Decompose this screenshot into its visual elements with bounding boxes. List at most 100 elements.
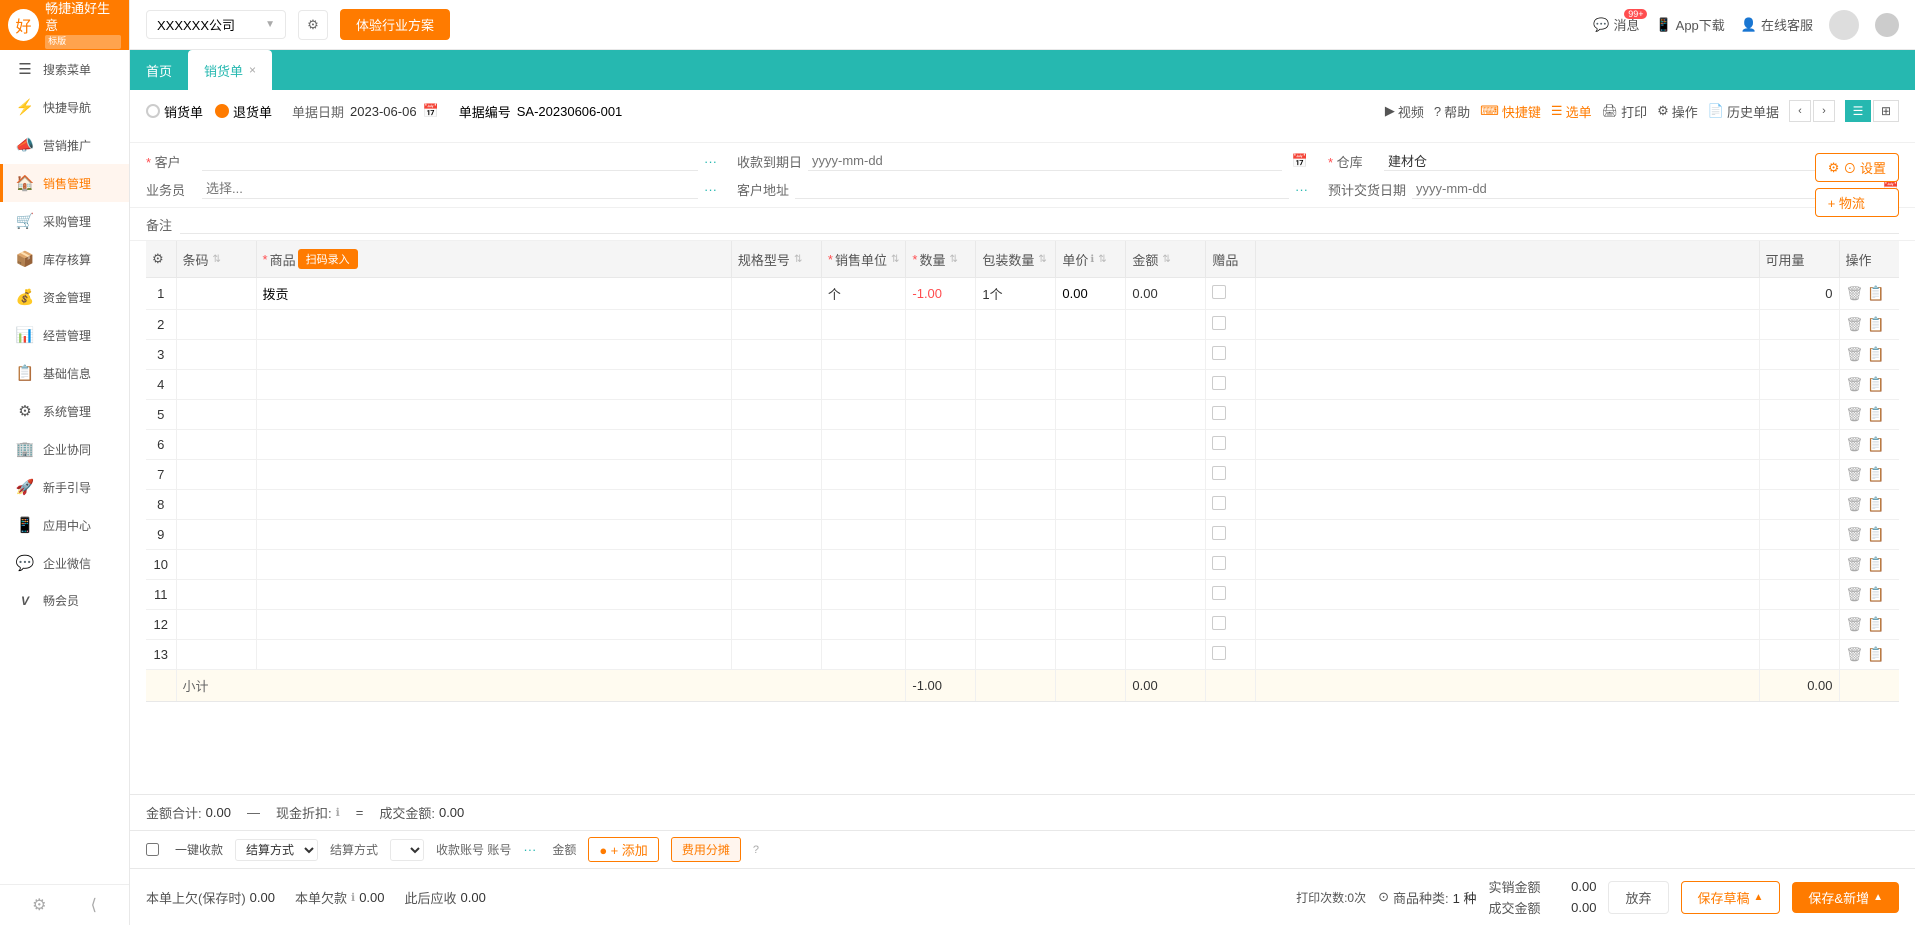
spec-input[interactable] — [738, 587, 815, 602]
onetime-payment-checkbox[interactable] — [146, 843, 159, 856]
sidebar-item-member[interactable]: V 畅会员 — [0, 582, 129, 619]
th-pkgqty[interactable]: 包装数量 ⇅ — [976, 241, 1056, 278]
cell-barcode[interactable] — [176, 400, 256, 430]
operation-link[interactable]: ⚙ 操作 — [1657, 102, 1698, 121]
cell-barcode[interactable] — [176, 340, 256, 370]
price-input[interactable] — [1062, 317, 1119, 332]
date-calendar-icon[interactable]: 📅 — [423, 103, 439, 119]
cell-qty[interactable] — [906, 610, 976, 640]
copy-icon[interactable]: 📋 — [1867, 376, 1884, 393]
copy-icon[interactable]: 📋 — [1867, 285, 1884, 302]
cell-price[interactable] — [1056, 490, 1126, 520]
cell-barcode[interactable] — [176, 550, 256, 580]
spec-input[interactable] — [738, 437, 815, 452]
gift-checkbox[interactable] — [1212, 616, 1226, 630]
cell-spec[interactable] — [731, 278, 821, 310]
gift-checkbox[interactable] — [1212, 406, 1226, 420]
radio-sale[interactable]: 销货单 — [146, 102, 203, 121]
cell-price[interactable] — [1056, 640, 1126, 670]
qty-input[interactable] — [912, 497, 969, 512]
grid-view-button[interactable]: ⊞ — [1873, 100, 1899, 122]
save-new-button[interactable]: 保存&新增 ▲ — [1792, 882, 1899, 913]
logistics-button[interactable]: + 物流 — [1815, 188, 1899, 217]
spec-input[interactable] — [738, 467, 815, 482]
barcode-input[interactable] — [183, 647, 250, 662]
copy-icon[interactable]: 📋 — [1867, 646, 1884, 663]
barcode-input[interactable] — [183, 286, 250, 301]
cell-price[interactable] — [1056, 310, 1126, 340]
gift-checkbox[interactable] — [1212, 376, 1226, 390]
cell-qty[interactable] — [906, 430, 976, 460]
delete-icon[interactable]: 🗑 — [1846, 556, 1864, 573]
cell-price[interactable] — [1056, 610, 1126, 640]
cell-gift[interactable] — [1206, 460, 1256, 490]
delete-icon[interactable]: 🗑 — [1846, 376, 1864, 393]
cell-price[interactable] — [1056, 550, 1126, 580]
cell-qty[interactable] — [906, 278, 976, 310]
cell-spec[interactable] — [731, 310, 821, 340]
price-input[interactable] — [1062, 527, 1119, 542]
qty-input[interactable] — [912, 377, 969, 392]
delete-icon[interactable]: 🗑 — [1846, 586, 1864, 603]
delete-icon[interactable]: 🗑 — [1846, 436, 1864, 453]
barcode-input[interactable] — [183, 347, 250, 362]
sidebar-item-marketing[interactable]: 📣 营销推广 — [0, 126, 129, 164]
gift-checkbox[interactable] — [1212, 556, 1226, 570]
delete-icon[interactable]: 🗑 — [1846, 466, 1864, 483]
cell-spec[interactable] — [731, 460, 821, 490]
list-view-button[interactable]: ☰ — [1845, 100, 1871, 122]
product-input[interactable] — [263, 347, 725, 362]
tab-sales-order[interactable]: 销货单 × — [188, 50, 272, 90]
gift-checkbox[interactable] — [1212, 646, 1226, 660]
cell-price[interactable] — [1056, 580, 1126, 610]
th-spec[interactable]: 规格型号 ⇅ — [731, 241, 821, 278]
price-input[interactable] — [1062, 407, 1119, 422]
barcode-input[interactable] — [183, 437, 250, 452]
expense-info-icon[interactable]: ? — [753, 844, 759, 856]
delete-icon[interactable]: 🗑 — [1846, 646, 1864, 663]
price-input[interactable] — [1062, 467, 1119, 482]
receive-date-calendar-icon[interactable]: 📅 — [1292, 153, 1308, 169]
warehouse-input[interactable] — [1384, 151, 1880, 171]
expense-split-button[interactable]: 费用分摊 — [671, 837, 741, 862]
company-settings-button[interactable]: ⚙ — [298, 10, 328, 40]
copy-icon[interactable]: 📋 — [1867, 616, 1884, 633]
price-info-icon[interactable]: ℹ — [1090, 254, 1094, 265]
sidebar-item-system[interactable]: ⚙ 系统管理 — [0, 392, 129, 430]
th-product[interactable]: * 商品 扫码录入 — [256, 241, 731, 278]
tab-close-icon[interactable]: × — [249, 63, 256, 77]
cell-qty[interactable] — [906, 580, 976, 610]
price-input[interactable] — [1062, 647, 1119, 662]
spec-input[interactable] — [738, 286, 815, 301]
sidebar-item-appstore[interactable]: 📱 应用中心 — [0, 506, 129, 544]
barcode-input[interactable] — [183, 557, 250, 572]
cell-price[interactable] — [1056, 370, 1126, 400]
barcode-input[interactable] — [183, 587, 250, 602]
settings-bottom-icon[interactable]: ⚙ — [32, 895, 46, 915]
cell-price[interactable] — [1056, 460, 1126, 490]
shortcut-link[interactable]: ⌨ 快捷键 — [1480, 102, 1541, 121]
cell-barcode[interactable] — [176, 310, 256, 340]
cell-product[interactable] — [256, 400, 731, 430]
copy-icon[interactable]: 📋 — [1867, 316, 1884, 333]
salesperson-input[interactable] — [202, 179, 698, 199]
message-button[interactable]: 💬 消息 99+ — [1593, 15, 1639, 34]
sidebar-item-operations[interactable]: 📊 经营管理 — [0, 316, 129, 354]
sidebar-item-basic[interactable]: 📋 基础信息 — [0, 354, 129, 392]
copy-icon[interactable]: 📋 — [1867, 586, 1884, 603]
th-gift[interactable]: 赠品 — [1206, 241, 1256, 278]
scan-button[interactable]: 扫码录入 — [298, 249, 358, 269]
product-input[interactable] — [263, 467, 725, 482]
cell-barcode[interactable] — [176, 640, 256, 670]
total-due-info-icon[interactable]: ℹ — [351, 891, 355, 904]
product-input[interactable] — [263, 317, 725, 332]
payment-ellipsis[interactable]: ··· — [523, 842, 536, 857]
gift-checkbox[interactable] — [1212, 316, 1226, 330]
delete-icon[interactable]: 🗑 — [1846, 526, 1864, 543]
gift-checkbox[interactable] — [1212, 346, 1226, 360]
qty-input[interactable] — [912, 527, 969, 542]
sidebar-item-wechat[interactable]: 💬 企业微信 — [0, 544, 129, 582]
sidebar-item-search[interactable]: ☰ 搜索菜单 — [0, 50, 129, 88]
cell-barcode[interactable] — [176, 278, 256, 310]
cell-spec[interactable] — [731, 430, 821, 460]
